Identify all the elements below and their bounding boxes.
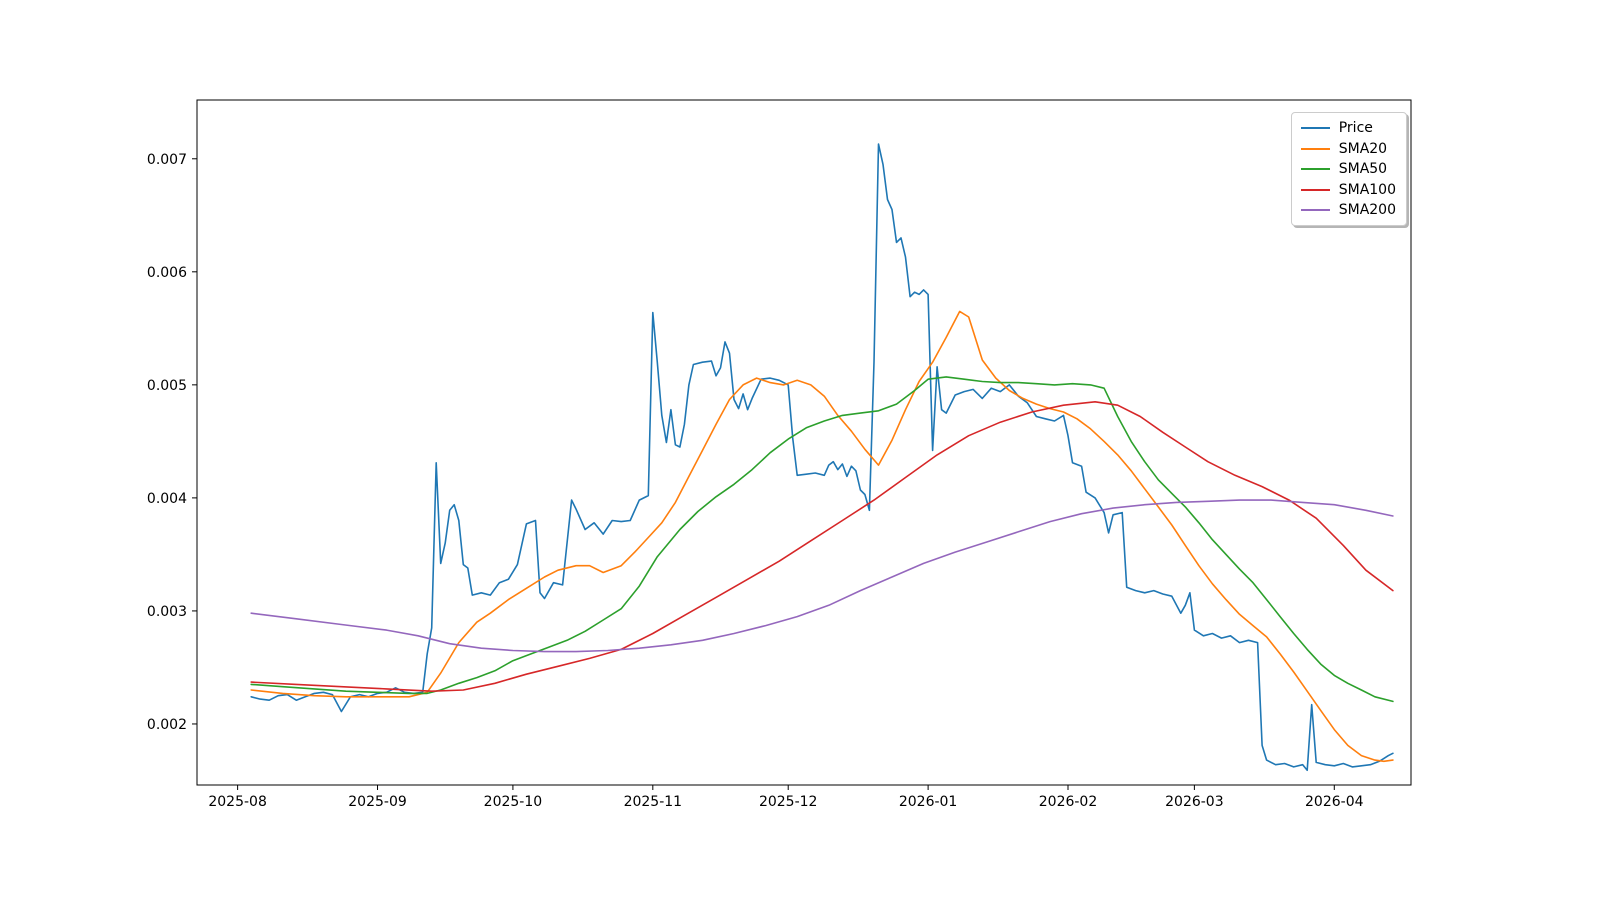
legend: Price SMA20 SMA50 SMA100 SMA200 [1290, 112, 1407, 226]
legend-label: SMA20 [1338, 140, 1388, 157]
x-tick-label: 2026-02 [1039, 794, 1098, 810]
sma200-line [250, 499, 1394, 653]
x-tick-label: 2026-01 [899, 794, 958, 810]
price-line [250, 143, 1394, 772]
legend-line-swatch [1300, 168, 1330, 170]
legend-entry: Price [1300, 120, 1396, 136]
y-tick-label: 0.005 [147, 378, 187, 394]
y-tick-label: 0.004 [147, 491, 187, 507]
x-tick-label: 2025-12 [759, 794, 818, 810]
x-tick-label: 2026-04 [1305, 794, 1364, 810]
y-tick-label: 0.003 [147, 604, 187, 620]
legend-label: SMA100 [1338, 181, 1396, 198]
legend-line-swatch [1300, 209, 1330, 211]
x-tick-label: 2025-11 [624, 794, 683, 810]
legend-line-swatch [1300, 147, 1330, 150]
legend-label: SMA200 [1338, 202, 1396, 218]
figure: 2025-08 2025-09 2025-10 2025-11 2025-12 2026-… [0, 0, 1600, 900]
legend-line-swatch [1300, 127, 1330, 129]
sma50-line [250, 376, 1394, 703]
legend-label: Price [1338, 120, 1373, 136]
x-tick-label: 2025-08 [208, 794, 267, 810]
y-tick-label: 0.002 [147, 717, 187, 733]
legend-entry: SMA50 [1300, 161, 1396, 177]
legend-entry: SMA200 [1300, 202, 1396, 218]
legend-entry: SMA20 [1300, 140, 1396, 157]
y-tick-label: 0.006 [147, 265, 187, 281]
x-tick-label: 2025-09 [348, 794, 407, 810]
legend-label: SMA50 [1338, 161, 1388, 177]
legend-line-swatch [1300, 188, 1330, 191]
sma100-line [250, 400, 1394, 693]
x-tick-label: 2025-10 [484, 794, 543, 810]
plot-border [196, 99, 1412, 786]
legend-entry: SMA100 [1300, 181, 1396, 198]
x-tick-label: 2026-03 [1165, 794, 1224, 810]
y-tick-label: 0.007 [147, 152, 187, 168]
